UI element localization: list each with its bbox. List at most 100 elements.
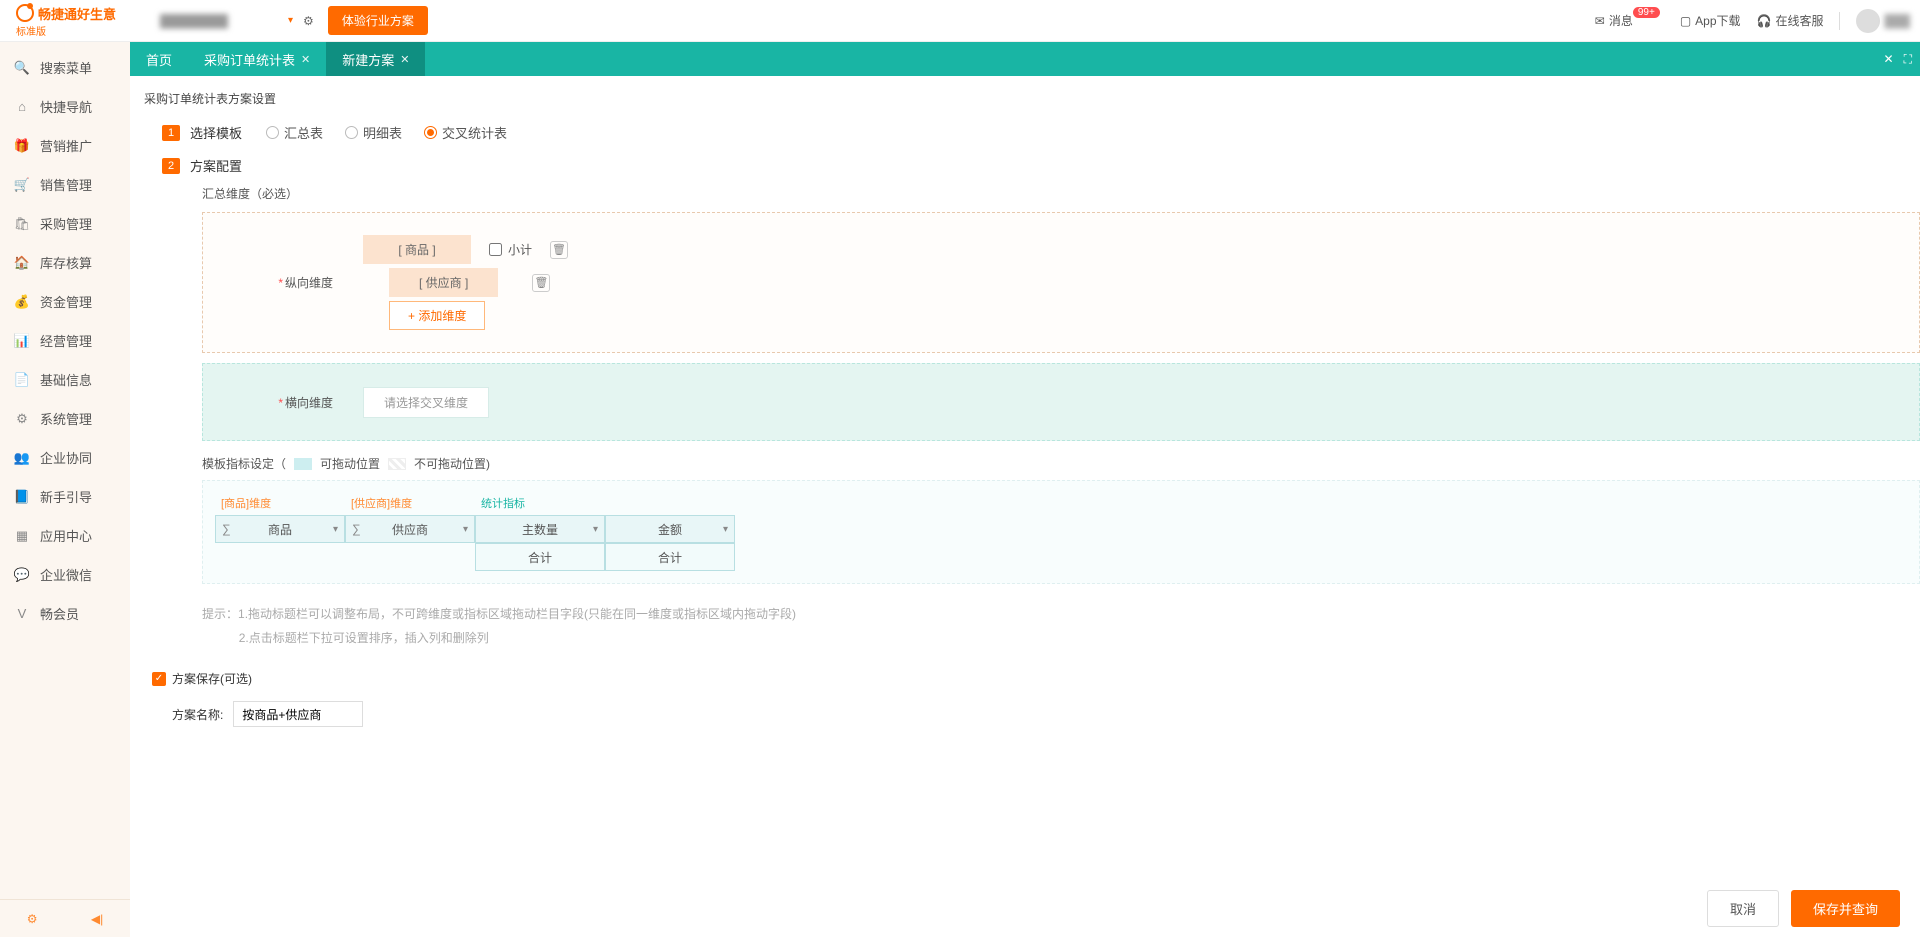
- sidebar-settings-icon[interactable]: ⚙: [27, 912, 38, 926]
- close-all-tabs-icon[interactable]: ✕: [1884, 52, 1894, 66]
- sigma-icon: ∑: [222, 522, 231, 536]
- cart-icon: 🛒: [14, 177, 30, 193]
- sidebar-item-label: 搜索菜单: [40, 58, 92, 77]
- sidebar-item-0[interactable]: 🔍搜索菜单: [0, 48, 130, 87]
- online-service-link[interactable]: 🎧 在线客服: [1757, 12, 1824, 29]
- sidebar-item-4[interactable]: 🛍采购管理: [0, 204, 130, 243]
- delete-dim-product-icon[interactable]: 🗑: [550, 241, 568, 259]
- cross-dim-select[interactable]: 请选择交叉维度: [363, 387, 489, 418]
- sidebar-item-label: 销售管理: [40, 175, 92, 194]
- tab-0[interactable]: 首页: [130, 42, 188, 76]
- tab-1[interactable]: 采购订单统计表 ✕: [188, 42, 326, 76]
- chevron-down-icon[interactable]: ▾: [593, 524, 598, 535]
- subtotal-checkbox[interactable]: 小计: [489, 241, 532, 258]
- col-main-qty-total: 合计: [475, 543, 605, 571]
- step1-num: 1: [162, 125, 180, 141]
- doc-icon: 📄: [14, 372, 30, 388]
- sidebar-item-10[interactable]: 👥企业协同: [0, 438, 130, 477]
- trial-button[interactable]: 体验行业方案: [328, 6, 428, 35]
- sidebar-item-label: 资金管理: [40, 292, 92, 311]
- page-content: 采购订单统计表方案设置 1 选择模板 汇总表: [130, 76, 1920, 937]
- sidebar-item-label: 企业微信: [40, 565, 92, 584]
- sidebar-item-11[interactable]: 📘 新手引导: [0, 477, 130, 516]
- sidebar-item-label: 新手引导: [40, 487, 92, 506]
- phone-icon: ▢: [1680, 14, 1691, 28]
- radio-icon: [266, 126, 279, 139]
- sidebar: 🔍搜索菜单⌂快捷导航 🎁 营销推广 🛒 销售管理 🛍采购管理🏠库存核算 💰 资金管理 📊经营管理…: [0, 42, 130, 937]
- chevron-down-icon[interactable]: ▾: [723, 524, 728, 535]
- sidebar-item-12[interactable]: ▦应用中心: [0, 516, 130, 555]
- message-icon: ✉: [1595, 14, 1605, 28]
- col-amount[interactable]: 金额 ▾: [605, 515, 735, 543]
- top-header: 畅捷通好生意 标准版 ████████ ▾ ⚙ 体验行业方案 ✉ 消息 99+ …: [0, 0, 1920, 42]
- dim-chip-supplier[interactable]: [ 供应商 ]: [389, 268, 498, 297]
- step2-label: 方案配置: [190, 156, 242, 175]
- sidebar-item-8[interactable]: 📄 基础信息: [0, 360, 130, 399]
- step2-num: 2: [162, 158, 180, 174]
- checkbox-checked-icon: ✓: [152, 672, 166, 686]
- radio-icon: [345, 126, 358, 139]
- plan-name-input[interactable]: [233, 701, 363, 727]
- messages-link[interactable]: ✉ 消息 99+: [1595, 12, 1664, 29]
- sidebar-item-9[interactable]: ⚙系统管理: [0, 399, 130, 438]
- messages-badge: 99+: [1633, 7, 1660, 18]
- col-supplier[interactable]: ∑ 供应商 ▾: [345, 515, 475, 543]
- sidebar-item-13[interactable]: 💬企业微信: [0, 555, 130, 594]
- vertical-dim-block: *纵向维度 [ 商品 ] 小计 🗑: [202, 212, 1920, 353]
- add-dimension-button[interactable]: + 添加维度: [389, 301, 485, 330]
- headset-icon: 🎧: [1757, 14, 1772, 28]
- legend-nondraggable-icon: [388, 458, 406, 470]
- page-title: 采购订单统计表方案设置: [142, 86, 1920, 117]
- brand-edition: 标准版: [16, 23, 46, 38]
- tab-close-icon[interactable]: ✕: [400, 53, 409, 66]
- gift-icon: 🎁: [14, 138, 30, 154]
- money-icon: 💰: [14, 294, 30, 310]
- save-plan-checkbox[interactable]: ✓ 方案保存(可选): [152, 670, 1920, 687]
- tab-label: 采购订单统计表: [204, 50, 295, 69]
- guide-icon: 📘: [14, 489, 30, 505]
- user-menu[interactable]: ███: [1856, 9, 1910, 33]
- sidebar-item-label: 系统管理: [40, 409, 92, 428]
- radio-icon: [424, 126, 437, 139]
- radio-cross[interactable]: 交叉统计表: [424, 123, 507, 142]
- fullscreen-icon[interactable]: ⛶: [1904, 52, 1912, 67]
- col-amount-total: 合计: [605, 543, 735, 571]
- sidebar-item-3[interactable]: 🛒 销售管理: [0, 165, 130, 204]
- save-query-button[interactable]: 保存并查询: [1791, 890, 1900, 927]
- sidebar-item-label: 营销推广: [40, 136, 92, 155]
- tab-close-icon[interactable]: ✕: [301, 53, 310, 66]
- chart-icon: 📊: [14, 333, 30, 349]
- sidebar-item-14[interactable]: V畅会员: [0, 594, 130, 633]
- sidebar-item-label: 畅会员: [40, 604, 79, 623]
- chevron-down-icon[interactable]: ▾: [333, 524, 338, 535]
- bag-icon: 🛍: [14, 216, 30, 232]
- chevron-down-icon[interactable]: ▾: [463, 524, 468, 535]
- cancel-button[interactable]: 取消: [1707, 890, 1779, 927]
- sidebar-item-6[interactable]: 💰 资金管理: [0, 282, 130, 321]
- sidebar-collapse-icon[interactable]: ◀|: [91, 912, 103, 926]
- org-caret-icon[interactable]: ▾: [288, 15, 293, 26]
- delete-dim-supplier-icon[interactable]: 🗑: [532, 274, 550, 292]
- team-icon: 👥: [14, 450, 30, 466]
- dim-chip-product[interactable]: [ 商品 ]: [363, 235, 471, 264]
- radio-detail[interactable]: 明细表: [345, 123, 402, 142]
- sidebar-item-5[interactable]: 🏠库存核算: [0, 243, 130, 282]
- tab-label: 新建方案: [342, 50, 394, 69]
- sidebar-item-label: 基础信息: [40, 370, 92, 389]
- step1-label: 选择模板: [190, 123, 242, 142]
- divider: [1839, 12, 1840, 30]
- org-selector[interactable]: ████████: [160, 14, 228, 28]
- settings-icon[interactable]: ⚙: [303, 14, 314, 28]
- col-product[interactable]: ∑ 商品 ▾: [215, 515, 345, 543]
- col-main-qty[interactable]: 主数量 ▾: [475, 515, 605, 543]
- home-icon: ⌂: [14, 99, 30, 115]
- sidebar-item-2[interactable]: 🎁 营销推广: [0, 126, 130, 165]
- tab-label: 首页: [146, 50, 172, 69]
- radio-summary[interactable]: 汇总表: [266, 123, 323, 142]
- tab-2[interactable]: 新建方案 ✕: [326, 42, 425, 76]
- house-icon: 🏠: [14, 255, 30, 271]
- app-download-link[interactable]: ▢ App下载: [1680, 12, 1741, 29]
- sidebar-item-1[interactable]: ⌂快捷导航: [0, 87, 130, 126]
- brand-logo-icon: [16, 4, 34, 22]
- sidebar-item-7[interactable]: 📊经营管理: [0, 321, 130, 360]
